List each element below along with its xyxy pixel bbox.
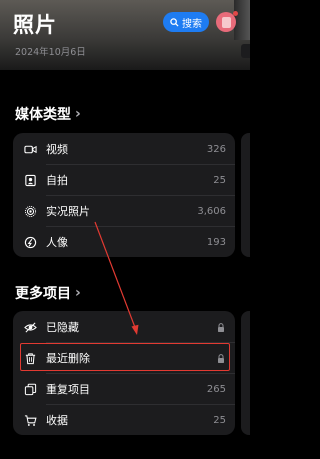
annotation-arrow: [94, 221, 139, 335]
